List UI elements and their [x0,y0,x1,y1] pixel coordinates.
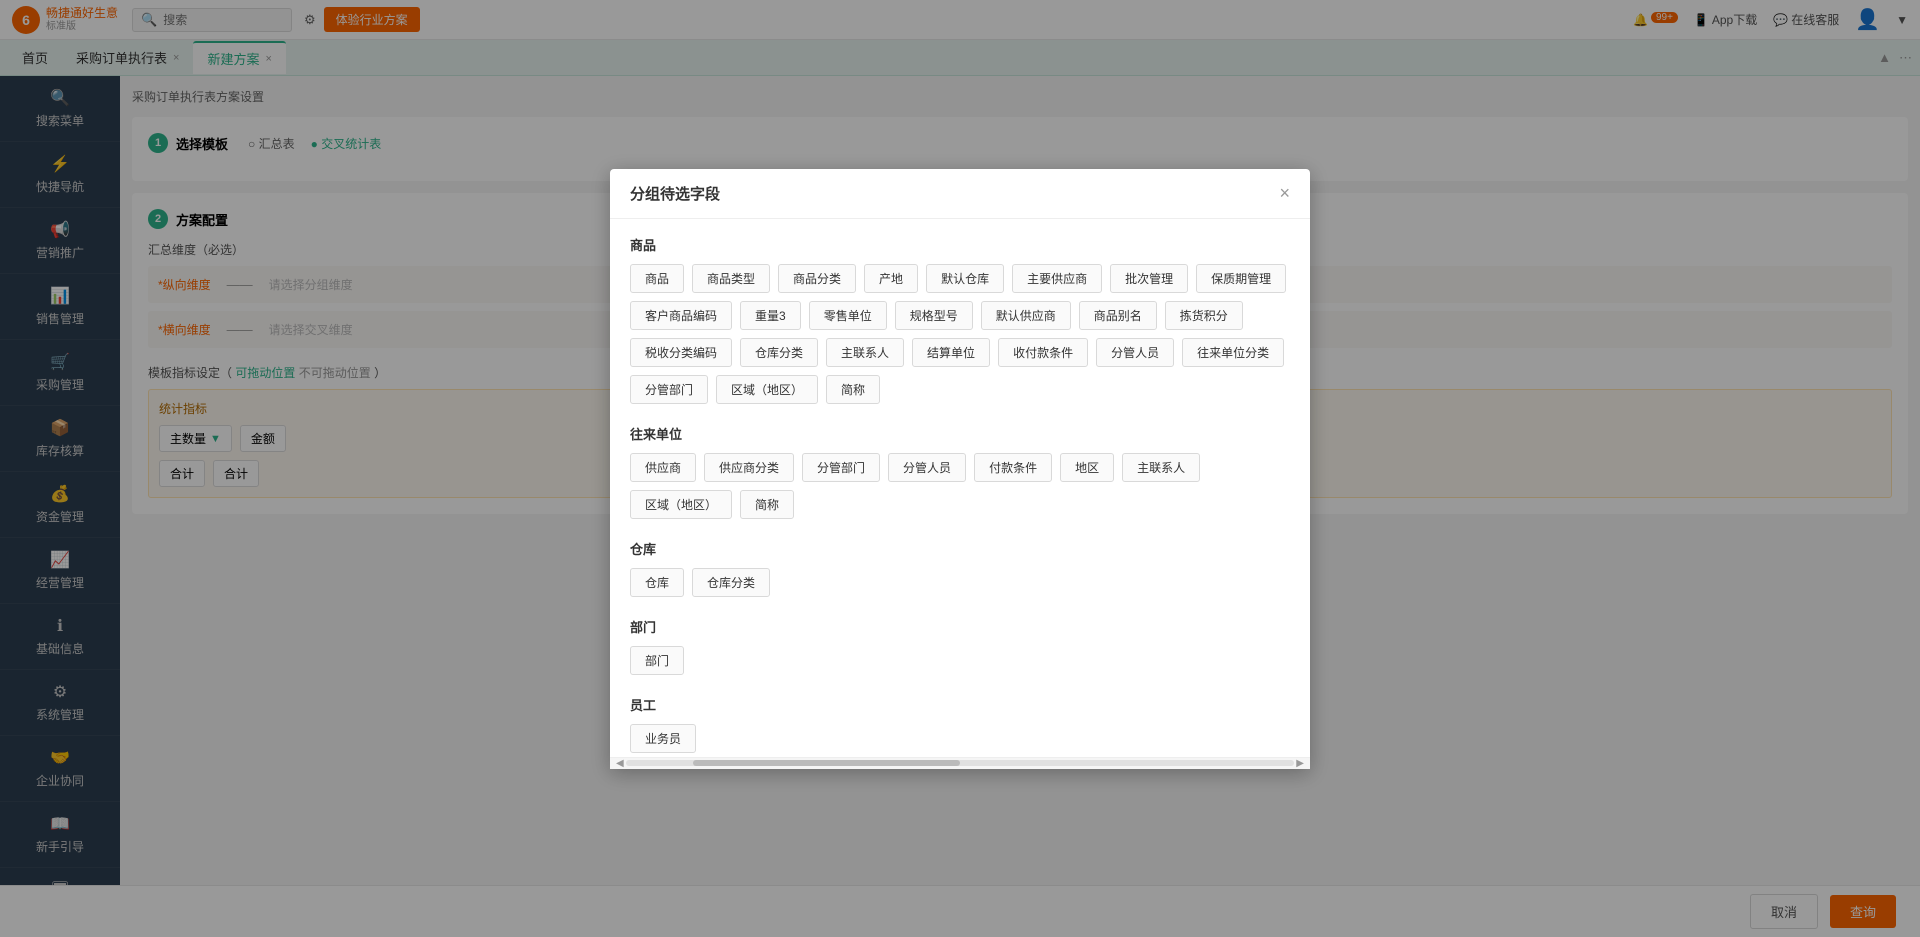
field-chip[interactable]: 默认供应商 [981,301,1071,330]
section-warehouse: 仓库 仓库 仓库分类 [630,539,1290,597]
field-chip[interactable]: 商品 [630,264,684,293]
field-chip[interactable]: 往来单位分类 [1182,338,1284,367]
field-grid-staff: 业务员 [630,724,1290,753]
field-chip[interactable]: 简称 [826,375,880,404]
field-chip[interactable]: 分管人员 [1096,338,1174,367]
field-chip[interactable]: 部门 [630,646,684,675]
field-chip[interactable]: 区域（地区） [716,375,818,404]
section-dept-title: 部门 [630,617,1290,636]
field-chip[interactable]: 保质期管理 [1196,264,1286,293]
field-chip[interactable]: 主要供应商 [1012,264,1102,293]
section-staff-title: 员工 [630,695,1290,714]
field-chip[interactable]: 供应商分类 [704,453,794,482]
field-chip[interactable]: 默认仓库 [926,264,1004,293]
field-chip[interactable]: 主联系人 [1122,453,1200,482]
field-chip[interactable]: 重量3 [740,301,801,330]
field-select-modal: 分组待选字段 × 商品 商品 商品类型 商品分类 产地 默认仓库 主要供应商 批… [610,169,1310,769]
field-chip[interactable]: 简称 [740,490,794,519]
field-chip[interactable]: 结算单位 [912,338,990,367]
field-chip[interactable]: 收付款条件 [998,338,1088,367]
field-chip[interactable]: 供应商 [630,453,696,482]
section-warehouse-title: 仓库 [630,539,1290,558]
section-partner: 往来单位 供应商 供应商分类 分管部门 分管人员 付款条件 地区 主联系人 区域… [630,424,1290,519]
field-chip[interactable]: 地区 [1060,453,1114,482]
field-chip[interactable]: 零售单位 [809,301,887,330]
field-chip[interactable]: 拣货积分 [1165,301,1243,330]
field-chip[interactable]: 业务员 [630,724,696,753]
modal-title: 分组待选字段 [630,183,720,204]
field-chip[interactable]: 区域（地区） [630,490,732,519]
hscroll-thumb [693,760,960,766]
section-goods-title: 商品 [630,235,1290,254]
modal-body: 商品 商品 商品类型 商品分类 产地 默认仓库 主要供应商 批次管理 保质期管理… [610,219,1310,757]
section-staff: 员工 业务员 [630,695,1290,753]
field-chip[interactable]: 分管部门 [630,375,708,404]
field-chip[interactable]: 客户商品编码 [630,301,732,330]
section-dept: 部门 部门 [630,617,1290,675]
hscroll-track [626,760,1295,766]
hscroll-left-arrow[interactable]: ◀ [614,758,626,769]
modal-header: 分组待选字段 × [610,169,1310,219]
field-grid-partner: 供应商 供应商分类 分管部门 分管人员 付款条件 地区 主联系人 区域（地区） … [630,453,1290,519]
field-chip[interactable]: 商品分类 [778,264,856,293]
field-chip[interactable]: 仓库分类 [740,338,818,367]
field-chip[interactable]: 商品别名 [1079,301,1157,330]
field-chip[interactable]: 批次管理 [1110,264,1188,293]
section-goods: 商品 商品 商品类型 商品分类 产地 默认仓库 主要供应商 批次管理 保质期管理… [630,235,1290,404]
field-chip[interactable]: 产地 [864,264,918,293]
hscroll-right-arrow[interactable]: ▶ [1294,758,1306,769]
field-chip[interactable]: 分管人员 [888,453,966,482]
field-chip[interactable]: 付款条件 [974,453,1052,482]
section-partner-title: 往来单位 [630,424,1290,443]
field-grid-warehouse: 仓库 仓库分类 [630,568,1290,597]
field-chip[interactable]: 仓库 [630,568,684,597]
modal-overlay: 分组待选字段 × 商品 商品 商品类型 商品分类 产地 默认仓库 主要供应商 批… [0,0,1920,937]
field-chip[interactable]: 规格型号 [895,301,973,330]
field-chip[interactable]: 仓库分类 [692,568,770,597]
field-chip[interactable]: 税收分类编码 [630,338,732,367]
field-chip[interactable]: 主联系人 [826,338,904,367]
field-grid-goods: 商品 商品类型 商品分类 产地 默认仓库 主要供应商 批次管理 保质期管理 客户… [630,264,1290,404]
modal-close-button[interactable]: × [1279,184,1290,202]
modal-hscrollbar[interactable]: ◀ ▶ [610,757,1310,769]
field-chip[interactable]: 商品类型 [692,264,770,293]
field-grid-dept: 部门 [630,646,1290,675]
field-chip[interactable]: 分管部门 [802,453,880,482]
